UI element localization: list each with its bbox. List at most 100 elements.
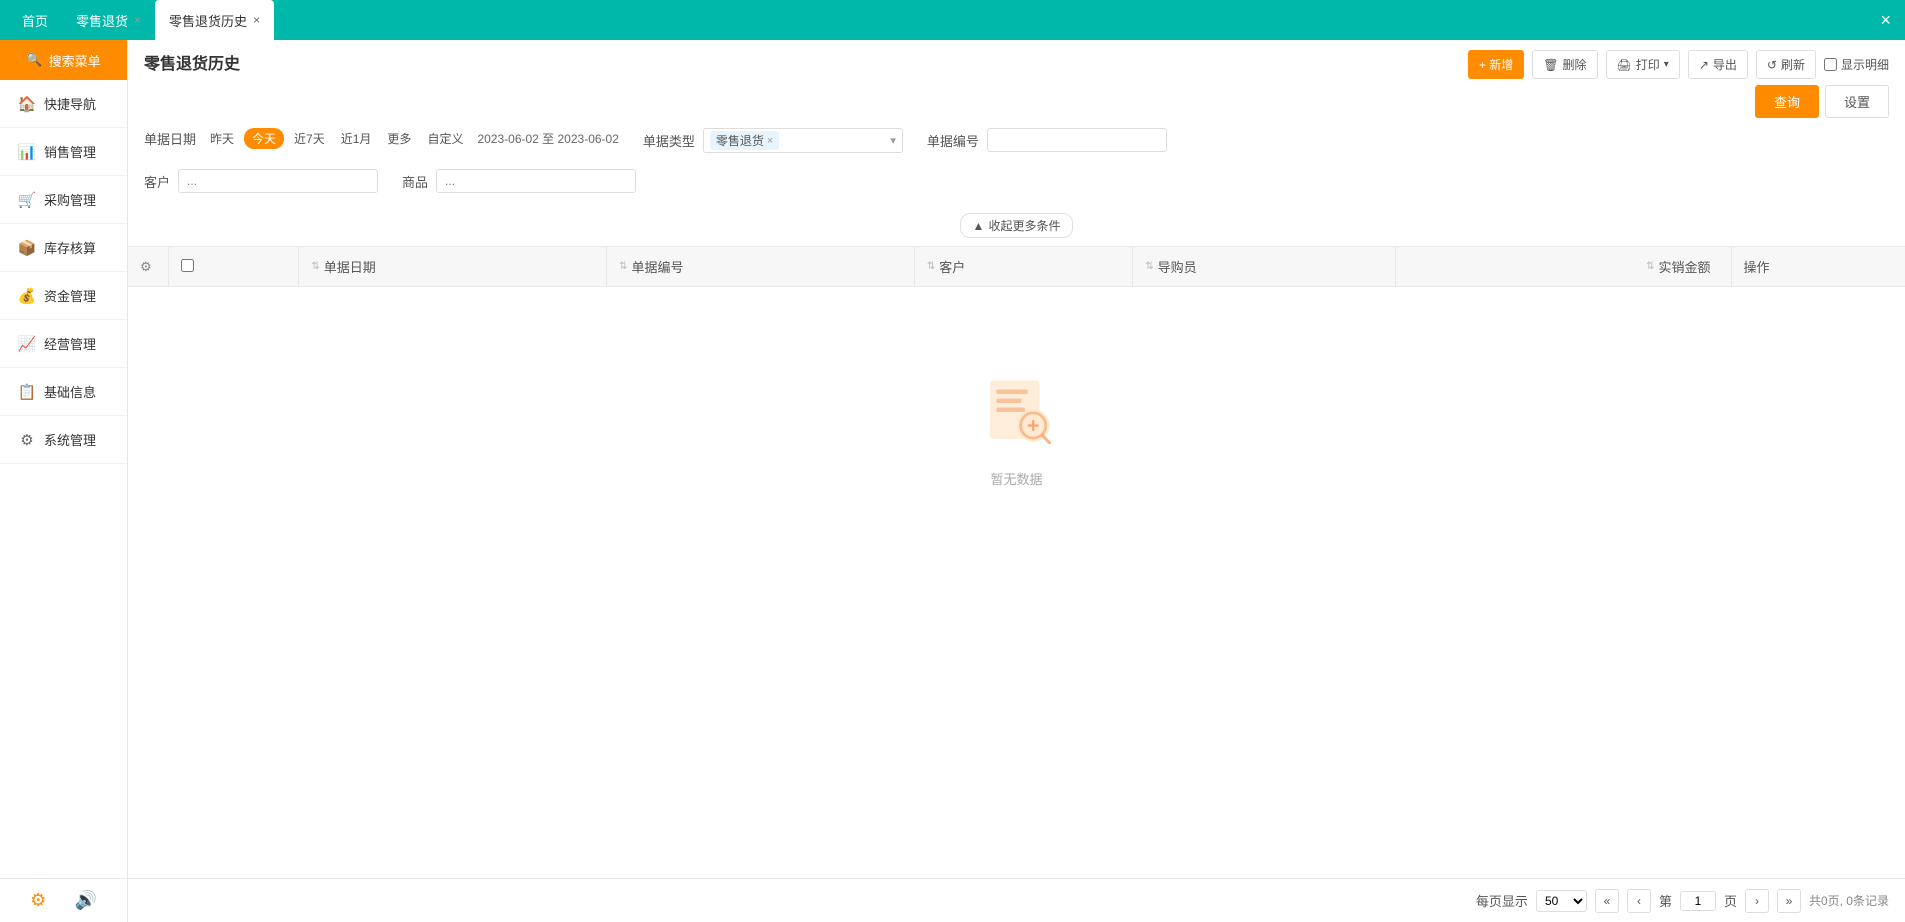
type-tag: 零售退货 × bbox=[710, 131, 779, 150]
content-wrapper: ⚙ ⇅ 单据日期 bbox=[128, 247, 1905, 922]
page-total-info: 共0页, 0条记录 bbox=[1809, 892, 1889, 909]
sort-customer-icon: ⇅ bbox=[927, 261, 935, 272]
type-filter-label: 单据类型 bbox=[643, 131, 695, 150]
print-arrow-icon: ▾ bbox=[1664, 59, 1669, 70]
th-number[interactable]: ⇅ 单据编号 bbox=[607, 247, 915, 287]
sidebar-item-basic-info[interactable]: 📋 基础信息 bbox=[0, 368, 127, 416]
page-number-input[interactable] bbox=[1680, 891, 1716, 911]
tab-retail-return-history-close[interactable]: × bbox=[253, 13, 260, 27]
page-label: 第 bbox=[1659, 891, 1672, 910]
goods-filter-input[interactable] bbox=[436, 169, 636, 193]
page-size-select[interactable]: 20 50 100 200 bbox=[1536, 890, 1587, 912]
sidebar-item-purchase[interactable]: 🛒 采购管理 bbox=[0, 176, 127, 224]
sidebar-bottom: ⚙ 🔊 bbox=[0, 878, 127, 922]
sidebar-item-finance[interactable]: 💰 资金管理 bbox=[0, 272, 127, 320]
type-tag-close[interactable]: × bbox=[767, 135, 773, 147]
settings-bottom-icon[interactable]: ⚙ bbox=[30, 890, 46, 911]
date-opt-more[interactable]: 更多 bbox=[381, 128, 417, 149]
purchase-icon: 🛒 bbox=[18, 191, 36, 209]
sales-icon: 📊 bbox=[18, 143, 36, 161]
sort-date-icon: ⇅ bbox=[311, 261, 319, 272]
th-action: 操作 bbox=[1731, 247, 1905, 287]
sidebar-search-button[interactable]: 🔍 搜索菜单 bbox=[0, 40, 127, 80]
page-unit: 页 bbox=[1724, 891, 1737, 910]
tab-retail-return-close[interactable]: × bbox=[134, 13, 141, 27]
type-filter-select[interactable]: 零售退货 × ▾ bbox=[703, 128, 903, 153]
date-opt-yesterday[interactable]: 昨天 bbox=[204, 128, 240, 149]
th-gear[interactable]: ⚙ bbox=[128, 247, 168, 287]
table-container[interactable]: ⚙ ⇅ 单据日期 bbox=[128, 247, 1905, 878]
empty-state: 暂无数据 bbox=[128, 287, 1905, 568]
delete-icon: 🗑 bbox=[1543, 58, 1558, 72]
main-layout: 🔍 搜索菜单 🏠 快捷导航 📊 销售管理 🛒 采购管理 📦 库存核算 💰 bbox=[0, 40, 1905, 922]
sidebar-item-system[interactable]: ⚙ 系统管理 bbox=[0, 416, 127, 464]
customer-filter-input[interactable] bbox=[178, 169, 378, 193]
sort-guide-icon: ⇅ bbox=[1145, 261, 1153, 272]
refresh-button[interactable]: ↺ 刷新 bbox=[1756, 50, 1816, 79]
number-filter-input[interactable] bbox=[987, 128, 1167, 152]
inventory-icon: 📦 bbox=[18, 239, 36, 257]
finance-icon: 💰 bbox=[18, 287, 36, 305]
home-icon: 🏠 bbox=[18, 95, 36, 113]
type-select-arrow-icon: ▾ bbox=[890, 134, 896, 147]
goods-filter-label: 商品 bbox=[402, 172, 428, 191]
content-area: 零售退货历史 + 新增 🗑 删除 🖨 打印 ▾ bbox=[128, 40, 1905, 922]
system-icon: ⚙ bbox=[18, 431, 36, 449]
date-opt-custom[interactable]: 自定义 bbox=[421, 128, 469, 149]
sort-amount-icon: ⇅ bbox=[1646, 261, 1654, 272]
export-button[interactable]: ↗ 导出 bbox=[1688, 50, 1748, 79]
page-prev-button[interactable]: ‹ bbox=[1627, 889, 1651, 913]
th-date[interactable]: ⇅ 单据日期 bbox=[299, 247, 607, 287]
collapse-bar: ▲ 收起更多条件 bbox=[144, 209, 1889, 246]
setting-button[interactable]: 设置 bbox=[1825, 85, 1889, 118]
tab-retail-return-history[interactable]: 零售退货历史 × bbox=[155, 0, 274, 40]
top-bar: 首页 零售退货 × 零售退货历史 × × bbox=[0, 0, 1905, 40]
number-filter-label: 单据编号 bbox=[927, 131, 979, 150]
date-opt-1month[interactable]: 近1月 bbox=[335, 128, 378, 149]
data-table: ⚙ ⇅ 单据日期 bbox=[128, 247, 1905, 568]
operations-icon: 📈 bbox=[18, 335, 36, 353]
th-checkbox[interactable] bbox=[168, 247, 299, 287]
pagination-bar: 每页显示 20 50 100 200 « ‹ 第 页 › » 共0页, 0条记录 bbox=[128, 878, 1905, 922]
new-button[interactable]: + 新增 bbox=[1468, 50, 1524, 79]
page-last-button[interactable]: » bbox=[1777, 889, 1801, 913]
delete-button[interactable]: 🗑 删除 bbox=[1532, 50, 1597, 79]
empty-icon bbox=[972, 367, 1062, 457]
page-size-label: 每页显示 bbox=[1476, 891, 1528, 910]
basicinfo-icon: 📋 bbox=[18, 383, 36, 401]
tab-home[interactable]: 首页 bbox=[8, 0, 62, 40]
collapse-button[interactable]: ▲ 收起更多条件 bbox=[960, 213, 1074, 238]
print-button[interactable]: 🖨 打印 ▾ bbox=[1606, 50, 1680, 79]
select-all-checkbox[interactable] bbox=[181, 259, 194, 272]
volume-icon[interactable]: 🔊 bbox=[74, 890, 96, 911]
th-guide[interactable]: ⇅ 导购员 bbox=[1133, 247, 1396, 287]
page-next-button[interactable]: › bbox=[1745, 889, 1769, 913]
window-close-button[interactable]: × bbox=[1866, 10, 1905, 31]
tab-retail-return[interactable]: 零售退货 × bbox=[62, 0, 155, 40]
sidebar-item-inventory[interactable]: 📦 库存核算 bbox=[0, 224, 127, 272]
refresh-icon: ↺ bbox=[1767, 58, 1777, 72]
sidebar: 🔍 搜索菜单 🏠 快捷导航 📊 销售管理 🛒 采购管理 📦 库存核算 💰 bbox=[0, 40, 128, 922]
sort-number-icon: ⇅ bbox=[619, 261, 627, 272]
page-title: 零售退货历史 bbox=[144, 50, 240, 74]
sidebar-item-operations[interactable]: 📈 经营管理 bbox=[0, 320, 127, 368]
page-first-button[interactable]: « bbox=[1595, 889, 1619, 913]
th-customer[interactable]: ⇅ 客户 bbox=[914, 247, 1132, 287]
date-opt-7days[interactable]: 近7天 bbox=[288, 128, 331, 149]
query-button[interactable]: 查询 bbox=[1755, 85, 1819, 118]
customer-filter-label: 客户 bbox=[144, 172, 170, 191]
date-options: 昨天 今天 近7天 近1月 更多 自定义 bbox=[204, 128, 469, 149]
tab-list: 首页 零售退货 × 零售退货历史 × bbox=[8, 0, 1866, 40]
gear-icon[interactable]: ⚙ bbox=[140, 259, 152, 274]
export-icon: ↗ bbox=[1699, 58, 1709, 72]
sidebar-item-quicknav[interactable]: 🏠 快捷导航 bbox=[0, 80, 127, 128]
date-opt-today[interactable]: 今天 bbox=[244, 128, 284, 149]
date-range-display: 2023-06-02 至 2023-06-02 bbox=[477, 130, 618, 147]
th-amount[interactable]: ⇅ 实销金额 bbox=[1396, 247, 1731, 287]
search-icon: 🔍 bbox=[26, 52, 42, 68]
page-header: 零售退货历史 + 新增 🗑 删除 🖨 打印 ▾ bbox=[128, 40, 1905, 247]
sidebar-item-sales[interactable]: 📊 销售管理 bbox=[0, 128, 127, 176]
empty-text: 暂无数据 bbox=[990, 469, 1042, 488]
show-detail-checkbox[interactable]: 显示明细 bbox=[1824, 56, 1889, 73]
sidebar-menu: 🏠 快捷导航 📊 销售管理 🛒 采购管理 📦 库存核算 💰 资金管理 📈 bbox=[0, 80, 127, 878]
